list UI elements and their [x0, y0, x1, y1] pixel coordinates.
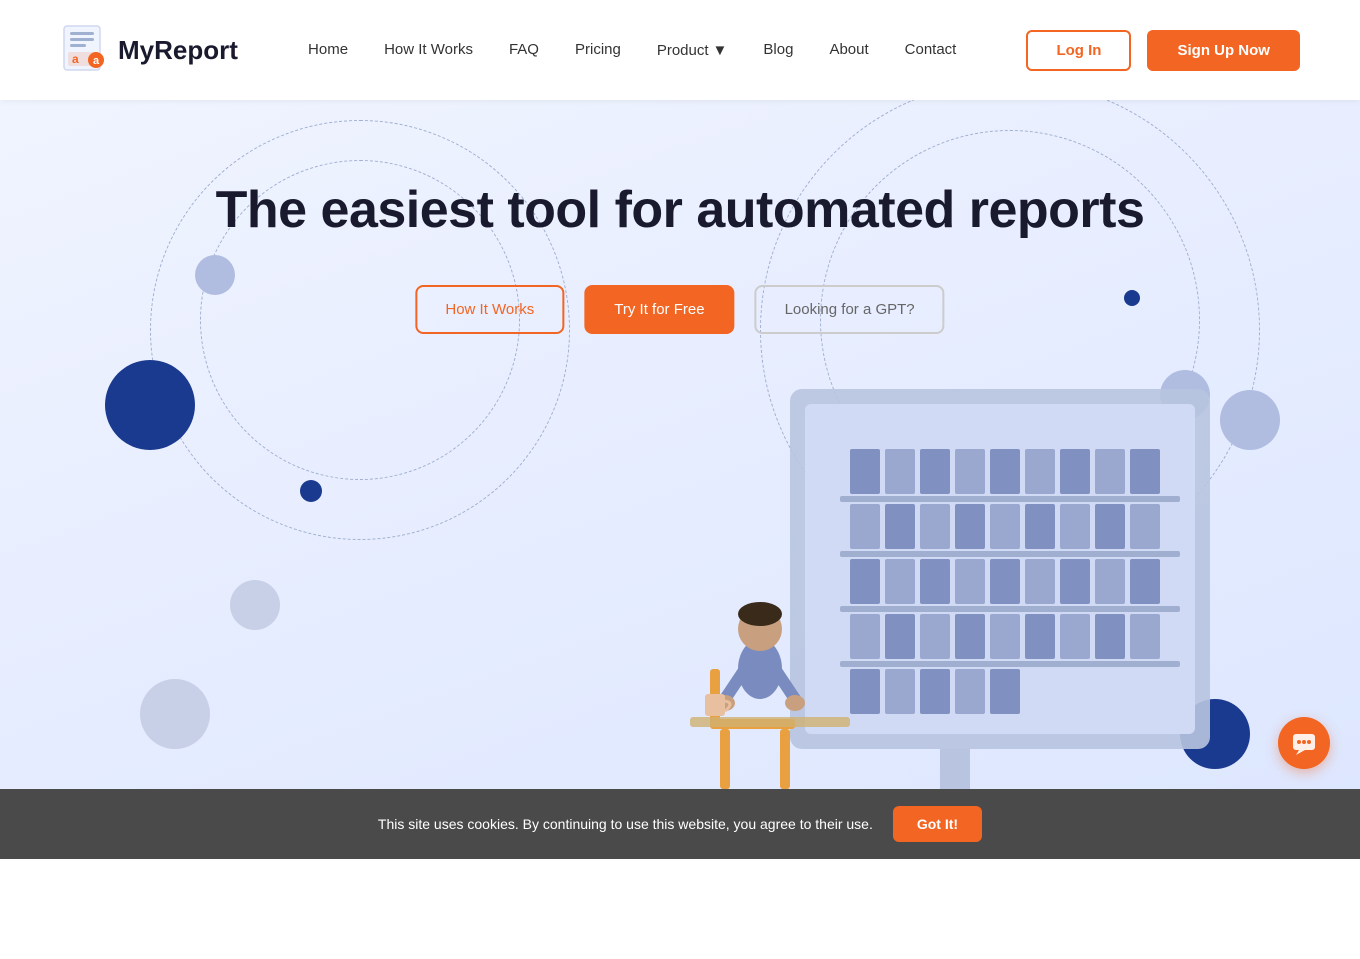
hero-gpt-button[interactable]: Looking for a GPT?: [755, 285, 945, 334]
cookie-banner: This site uses cookies. By continuing to…: [0, 789, 1360, 859]
hero-how-works-button[interactable]: How It Works: [415, 285, 564, 334]
brand-name: MyReport: [118, 35, 238, 66]
nav-actions: Log In Sign Up Now: [1026, 30, 1300, 71]
navbar: a a MyReport Home How It Works FAQ Prici…: [0, 0, 1360, 100]
svg-text:a: a: [93, 55, 100, 67]
nav-how-it-works[interactable]: How It Works: [384, 41, 473, 58]
nav-home[interactable]: Home: [308, 41, 348, 58]
hero-section: The easiest tool for automated reports H…: [0, 100, 1360, 859]
got-it-button[interactable]: Got It!: [893, 806, 982, 842]
login-button[interactable]: Log In: [1026, 30, 1131, 71]
nav-blog[interactable]: Blog: [763, 41, 793, 58]
deco-circle-small-top-right: [1124, 290, 1140, 306]
deco-circle-dark-large: [105, 360, 195, 450]
deco-circle-light-top-left: [195, 255, 235, 295]
nav-about[interactable]: About: [829, 41, 868, 58]
signup-button[interactable]: Sign Up Now: [1147, 30, 1300, 71]
hero-illustration: [630, 359, 1280, 859]
svg-text:a: a: [72, 52, 79, 66]
chevron-down-icon: ▼: [713, 42, 728, 59]
hero-buttons: How It Works Try It for Free Looking for…: [415, 285, 944, 334]
logo-icon: a a: [60, 24, 108, 76]
nav-pricing[interactable]: Pricing: [575, 41, 621, 58]
logo-link[interactable]: a a MyReport: [60, 24, 238, 76]
cookie-message: This site uses cookies. By continuing to…: [378, 816, 873, 832]
chat-button[interactable]: [1278, 717, 1330, 769]
nav-links: Home How It Works FAQ Pricing Product ▼ …: [308, 41, 956, 59]
nav-contact[interactable]: Contact: [905, 41, 957, 58]
nav-product[interactable]: Product ▼: [657, 42, 728, 59]
nav-faq[interactable]: FAQ: [509, 41, 539, 58]
deco-circle-light-mid-left: [230, 580, 280, 630]
hero-try-free-button[interactable]: Try It for Free: [584, 285, 734, 334]
hero-title: The easiest tool for automated reports: [216, 180, 1145, 240]
chat-icon: [1291, 730, 1317, 756]
deco-circle-light-bottom-left: [140, 679, 210, 749]
deco-circle-small-mid: [300, 480, 322, 502]
